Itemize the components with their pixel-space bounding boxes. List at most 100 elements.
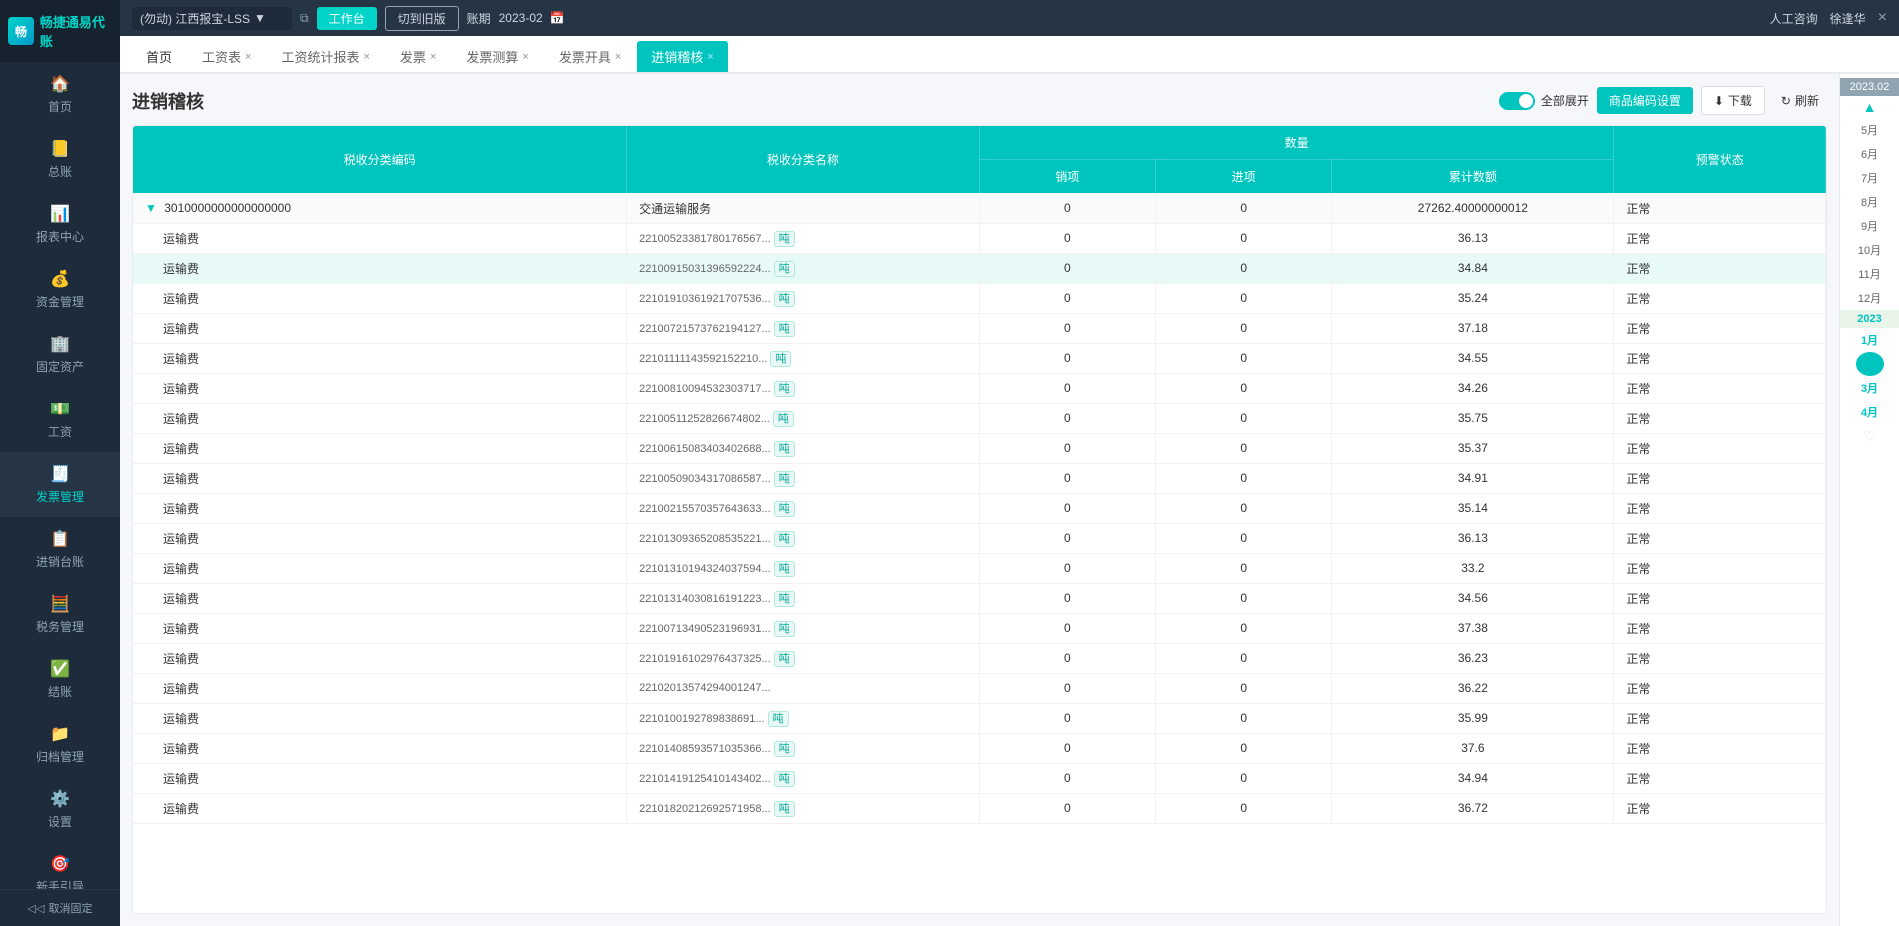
tab-close-invoice-calc[interactable]: × <box>522 51 528 63</box>
topbar-close-button[interactable]: × <box>1878 9 1887 27</box>
calendar-month-item[interactable]: 12月 <box>1858 286 1881 310</box>
calendar-month-item[interactable]: 3月 <box>1856 376 1884 400</box>
nav-label-capital: 资金管理 <box>36 293 84 310</box>
sidebar-item-ledger[interactable]: 📒 总账 <box>0 127 120 192</box>
tab-invoice[interactable]: 发票× <box>386 41 450 72</box>
tab-salary-stat[interactable]: 工资统计报表 × <box>267 41 383 72</box>
cell-purchase: 0 <box>1156 193 1332 223</box>
table-row: 运输费 22100215570357643633... 吨 0 0 35.14 … <box>133 493 1826 523</box>
nav-label-reports: 报表中心 <box>36 228 84 245</box>
tab-invoice-calc[interactable]: 发票测算× <box>452 41 542 72</box>
table-row: 运输费 22100509034317086587... 吨 0 0 34.91 … <box>133 463 1826 493</box>
sidebar-item-salary[interactable]: 💵 工资 <box>0 387 120 452</box>
tab-close-invoice-open[interactable]: × <box>615 51 621 63</box>
table-row: ▼ 3010000000000000000 交通运输服务 0 0 27262.4… <box>133 193 1826 223</box>
cell-cumulative: 36.72 <box>1332 793 1614 823</box>
nav-label-tax: 税务管理 <box>36 618 84 635</box>
nav-label-settings: 设置 <box>48 813 72 830</box>
nav-label-invoice: 发票管理 <box>36 488 84 505</box>
cell-cumulative: 36.23 <box>1332 643 1614 673</box>
cell-status: 正常 <box>1614 223 1826 253</box>
cell-sale: 0 <box>979 553 1155 583</box>
calendar-month-item[interactable]: 2月 <box>1856 352 1884 376</box>
sidebar-item-assets[interactable]: 🏢 固定资产 <box>0 322 120 387</box>
header-actions: 全部展开 商品编码设置 ⬇ 下载 ↻ 刷新 <box>1499 86 1827 115</box>
collapse-icon[interactable]: ▼ <box>145 201 157 215</box>
cell-sale: 0 <box>979 793 1155 823</box>
unit-tag: 吨 <box>773 411 794 427</box>
cell-name-child: 运输费 <box>133 703 627 733</box>
calendar-month-item[interactable]: 6月 <box>1858 142 1881 166</box>
cell-purchase: 0 <box>1156 223 1332 253</box>
calendar-month-item[interactable]: 7月 <box>1858 166 1881 190</box>
unit-tag: 吨 <box>774 471 795 487</box>
sidebar-item-home[interactable]: 🏠 首页 <box>0 62 120 127</box>
unit-tag: 吨 <box>774 771 795 787</box>
copy-icon[interactable]: ⧉ <box>300 11 309 26</box>
calendar-month-item[interactable]: 11月 <box>1858 262 1881 286</box>
unit-tag: 吨 <box>774 501 795 517</box>
table-row: 运输费 22101820212692571958... 吨 0 0 36.72 … <box>133 793 1826 823</box>
sidebar-item-invoice[interactable]: 🧾 发票管理 <box>0 452 120 517</box>
tab-inout-check[interactable]: 进销稽核× <box>637 41 727 72</box>
sidebar-item-inout[interactable]: 📋 进销台账 <box>0 517 120 582</box>
table-row: 运输费 2210100192789838691... 吨 0 0 35.99 正… <box>133 703 1826 733</box>
sidebar-item-reports[interactable]: 📊 报表中心 <box>0 192 120 257</box>
cell-code-child: 22102013574294001247... <box>627 673 980 703</box>
toggle-track[interactable] <box>1499 92 1535 110</box>
cell-name-child: 运输费 <box>133 553 627 583</box>
expand-toggle[interactable]: 全部展开 <box>1499 92 1589 110</box>
table-row: 运输费 22100713490523196931... 吨 0 0 37.38 … <box>133 613 1826 643</box>
tab-salary[interactable]: 工资表× <box>188 41 265 72</box>
sidebar-item-settle[interactable]: ✅ 结账 <box>0 647 120 712</box>
col-cumulative: 累计数额 <box>1332 160 1614 194</box>
tab-invoice-open[interactable]: 发票开具× <box>545 41 635 72</box>
nav-icon-inout: 📋 <box>50 529 70 549</box>
calendar-month-item[interactable]: 1月 <box>1856 328 1884 352</box>
cell-cumulative: 34.26 <box>1332 373 1614 403</box>
cell-status: 正常 <box>1614 493 1826 523</box>
cell-name-child: 运输费 <box>133 733 627 763</box>
calendar-month-item[interactable]: 10月 <box>1858 238 1881 262</box>
calendar-month-item[interactable]: 4月 <box>1856 400 1884 424</box>
sidebar-item-settings[interactable]: ⚙️ 设置 <box>0 777 120 842</box>
nav-icon-archive: 📁 <box>50 724 70 744</box>
tab-home[interactable]: 首页 <box>132 41 186 72</box>
cell-sale: 0 <box>979 643 1155 673</box>
app-logo: 畅 畅捷通易代账 <box>0 0 120 62</box>
unit-tag: 吨 <box>770 351 791 367</box>
period-selector[interactable]: 账期 2023-02 📅 <box>467 10 565 27</box>
tab-close-inout-check[interactable]: × <box>707 51 713 63</box>
cell-status: 正常 <box>1614 553 1826 583</box>
cell-status: 正常 <box>1614 403 1826 433</box>
calendar-month-item[interactable]: 8月 <box>1858 190 1881 214</box>
calendar-month-item[interactable]: 5月 <box>1858 118 1881 142</box>
cell-status: 正常 <box>1614 253 1826 283</box>
service-button[interactable]: 人工咨询 <box>1770 10 1818 27</box>
tab-close-invoice[interactable]: × <box>430 51 436 63</box>
cell-purchase: 0 <box>1156 703 1332 733</box>
unit-tag: 吨 <box>774 531 795 547</box>
unit-tag: 吨 <box>774 741 795 757</box>
nav-label-inout: 进销台账 <box>36 553 84 570</box>
tab-close-salary-stat[interactable]: × <box>363 51 369 63</box>
refresh-button[interactable]: ↻ 刷新 <box>1773 87 1827 114</box>
tab-close-salary[interactable]: × <box>245 51 251 63</box>
sidebar-item-tax[interactable]: 🧮 税务管理 <box>0 582 120 647</box>
sidebar-footer[interactable]: ◁◁ 取消固定 <box>0 889 120 926</box>
calendar-month-item[interactable]: 9月 <box>1858 214 1881 238</box>
tab-label-salary-stat: 工资统计报表 <box>281 47 359 66</box>
sidebar-item-capital[interactable]: 💰 资金管理 <box>0 257 120 322</box>
calendar-up-arrow[interactable]: ▲ <box>1860 96 1880 118</box>
setting-button[interactable]: 商品编码设置 <box>1597 87 1693 114</box>
switch-version-button[interactable]: 切到旧版 <box>385 6 459 31</box>
workbench-button[interactable]: 工作台 <box>317 7 377 30</box>
sidebar-nav: 🏠 首页 📒 总账 📊 报表中心 💰 资金管理 🏢 固定资产 💵 工资 🧾 发票… <box>0 62 120 889</box>
user-menu[interactable]: 徐逢华 <box>1830 10 1866 27</box>
sidebar-item-guide[interactable]: 🎯 新手引导 <box>0 842 120 889</box>
nav-icon-tax: 🧮 <box>50 594 70 614</box>
col-sale: 销项 <box>979 160 1155 194</box>
company-selector[interactable]: (勿动) 江西报宝-LSS ▼ <box>132 7 292 30</box>
sidebar-item-archive[interactable]: 📁 归档管理 <box>0 712 120 777</box>
download-button[interactable]: ⬇ 下载 <box>1701 86 1765 115</box>
